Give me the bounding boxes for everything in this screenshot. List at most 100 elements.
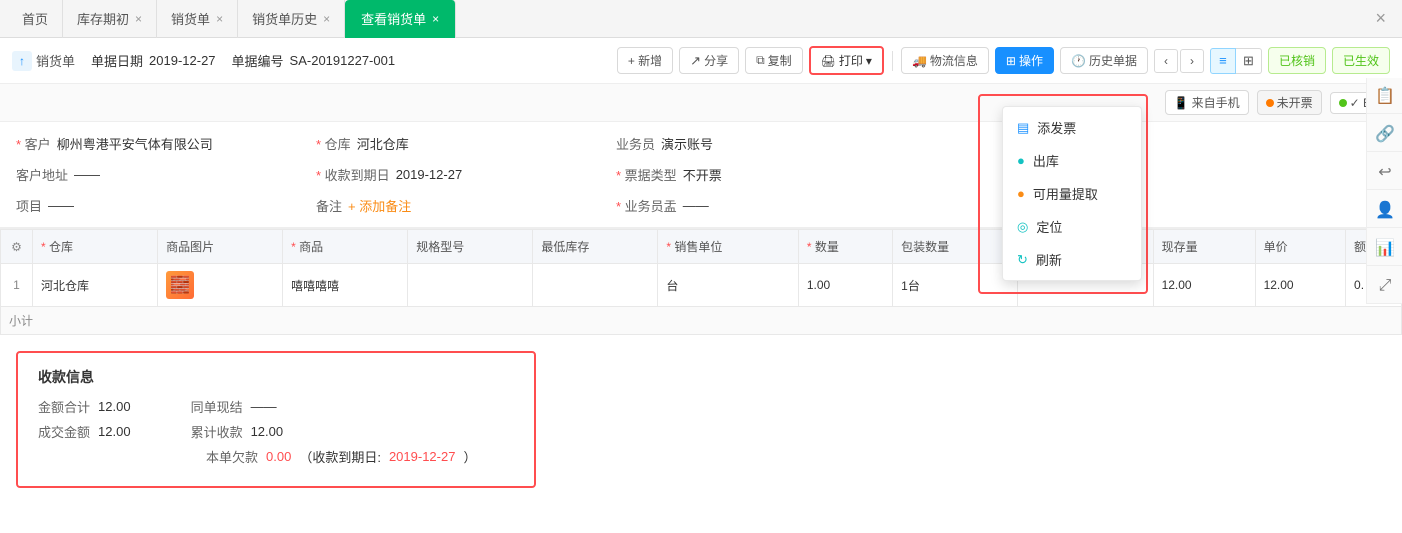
tab-inventory-init[interactable]: 库存期初 × (63, 0, 157, 38)
new-button[interactable]: + 新增 (617, 47, 673, 74)
tab-sales-history-close[interactable]: × (323, 12, 330, 26)
subtotal-row: 小计 (1, 307, 1402, 335)
doc-type-label: 销货单 (36, 51, 75, 70)
tab-home[interactable]: 首页 (8, 0, 63, 38)
print-dropdown-arrow: ▾ (866, 54, 872, 68)
logistics-icon: 🚚 (912, 54, 927, 68)
form-row-2: 客户地址 —— 收款到期日 2019-12-27 票据类型 不开票 (16, 165, 1386, 184)
table-container: ⚙ * 仓库 商品图片 * 商品 规格型号 最低库存 * 销售单位 * 数量 包… (0, 228, 1402, 335)
dropdown-qty-extract[interactable]: ● 可用量提取 (1003, 177, 1141, 210)
same-order-item: 同单现结 —— (191, 397, 277, 416)
logistics-label: 物流信息 (930, 52, 978, 69)
dropdown-locate[interactable]: ◎ 定位 (1003, 210, 1141, 243)
customer-label: 客户 (16, 134, 51, 153)
date-value: 2019-12-27 (149, 53, 216, 68)
col-warehouse: * 仓库 (33, 230, 158, 264)
row-pack-qty: 1台 (893, 264, 1018, 307)
sidebar-doc-icon[interactable]: 📋 (1367, 78, 1402, 114)
operations-dropdown: ▤ 添发票 ● 出库 ● 可用量提取 ◎ 定位 ↻ 刷新 (1002, 106, 1142, 281)
tab-view-sales-close[interactable]: × (432, 12, 439, 26)
project-value: —— (48, 198, 74, 213)
product-thumbnail: 🧱 (166, 271, 194, 299)
share-button[interactable]: ↗ 分享 (679, 47, 739, 74)
qty-extract-label: 可用量提取 (1033, 184, 1098, 203)
print-icon: 🖨 (821, 54, 836, 68)
history-button[interactable]: 🕐 历史单据 (1060, 47, 1148, 74)
dropdown-add-invoice[interactable]: ▤ 添发票 (1003, 111, 1141, 144)
sold-out-status: 已核销 (1268, 47, 1326, 74)
row-current-stock: 12.00 (1153, 264, 1255, 307)
print-button[interactable]: 🖨 打印 ▾ (809, 46, 884, 75)
row-quantity: 1.00 (798, 264, 892, 307)
staff-label: 业务员 (616, 134, 655, 153)
warehouse-value: 河北仓库 (357, 134, 409, 153)
copy-button[interactable]: ⧉ 复制 (745, 47, 803, 74)
sidebar-user-icon[interactable]: 👤 (1367, 192, 1402, 228)
add-note-button[interactable]: + 添加备注 (348, 196, 411, 215)
due-close: ） (463, 447, 476, 466)
nav-prev[interactable]: ‹ (1154, 49, 1178, 73)
tab-sales-history-label: 销货单历史 (252, 9, 317, 28)
col-current-stock: 现存量 (1153, 230, 1255, 264)
balance-item: 本单欠款 0.00 （收款到期日: 2019-12-27 ） (206, 447, 476, 466)
sidebar-chart-icon[interactable]: 📊 (1367, 230, 1402, 266)
project-label: 项目 (16, 196, 42, 215)
sidebar-reply-icon[interactable]: ↩ (1367, 154, 1402, 190)
history-icon: 🕐 (1071, 54, 1086, 68)
balance-label: 本单欠款 (206, 447, 258, 466)
tab-home-label: 首页 (22, 9, 48, 28)
not-open-dot (1266, 99, 1274, 107)
accumulated-item: 累计收款 12.00 (191, 422, 284, 441)
from-phone-button[interactable]: 📱 来自手机 (1165, 90, 1249, 115)
staff-field: 业务员 演示账号 (616, 134, 896, 153)
table-row: 1 河北仓库 🧱 嘻嘻嘻嘻 台 1.00 1台 12.00 12.00 (1, 264, 1402, 307)
tab-bar-close[interactable]: × (1367, 8, 1394, 29)
total-amount-label: 金额合计 (38, 397, 90, 416)
view-grid-btn[interactable]: ⊞ (1236, 48, 1262, 74)
operations-button[interactable]: ⊞ 操作 (995, 47, 1054, 74)
not-open-button[interactable]: 未开票 (1257, 90, 1322, 115)
form-row-3: 项目 —— 备注 + 添加备注 业务员盂 —— (16, 196, 1386, 215)
row-min-stock (533, 264, 658, 307)
tab-inventory-close[interactable]: × (135, 12, 142, 26)
qty-extract-icon: ● (1017, 186, 1025, 201)
ticket-type-field: 票据类型 不开票 (616, 165, 896, 184)
tab-sales-history[interactable]: 销货单历史 × (238, 0, 345, 38)
col-unit-price: 单价 (1255, 230, 1345, 264)
share-icon: ↗ (690, 53, 701, 69)
row-spec (408, 264, 533, 307)
outbound-label: 出库 (1033, 151, 1059, 170)
form-area: 客户 柳州粤港平安气体有限公司 仓库 河北仓库 业务员 演示账号 客户地址 —— (0, 122, 1402, 228)
logistics-button[interactable]: 🚚 物流信息 (901, 47, 989, 74)
sidebar-link-icon[interactable]: 🔗 (1367, 116, 1402, 152)
dropdown-outbound[interactable]: ● 出库 (1003, 144, 1141, 177)
tab-sales-order-close[interactable]: × (216, 12, 223, 26)
phone-icon: 📱 (1174, 96, 1189, 110)
sales-staff-value: —— (683, 198, 709, 213)
add-invoice-label: 添发票 (1037, 118, 1076, 137)
dropdown-refresh[interactable]: ↻ 刷新 (1003, 243, 1141, 276)
note-label: 备注 (316, 196, 342, 215)
history-label: 历史单据 (1089, 52, 1137, 69)
view-list-btn[interactable]: ≡ (1210, 48, 1236, 74)
due-note: （收款到期日: (299, 447, 381, 466)
locate-icon: ◎ (1017, 219, 1028, 235)
tab-sales-order[interactable]: 销货单 × (157, 0, 238, 38)
doc-toolbar: ↑ 销货单 单据日期 2019-12-27 单据编号 SA-20191227-0… (0, 38, 1402, 84)
payment-row-1: 金额合计 12.00 同单现结 —— (38, 397, 514, 416)
nav-next[interactable]: › (1180, 49, 1204, 73)
row-product-img: 🧱 (158, 264, 283, 307)
total-amount-item: 金额合计 12.00 (38, 397, 131, 416)
col-pack-qty: 包装数量 (893, 230, 1018, 264)
col-settings[interactable]: ⚙ (1, 230, 33, 264)
col-unit: * 销售单位 (658, 230, 798, 264)
tab-view-sales[interactable]: 查看销货单 × (345, 0, 456, 38)
same-order-label: 同单现结 (191, 397, 243, 416)
outbound-icon: ● (1017, 153, 1025, 168)
sidebar-expand-icon[interactable]: ⤢ (1367, 268, 1402, 304)
customer-value: 柳州粤港平安气体有限公司 (57, 134, 213, 153)
ticket-type-value: 不开票 (683, 165, 722, 184)
note-field: 备注 + 添加备注 (316, 196, 596, 215)
form-row-1: 客户 柳州粤港平安气体有限公司 仓库 河北仓库 业务员 演示账号 (16, 134, 1386, 153)
col-spec: 规格型号 (408, 230, 533, 264)
